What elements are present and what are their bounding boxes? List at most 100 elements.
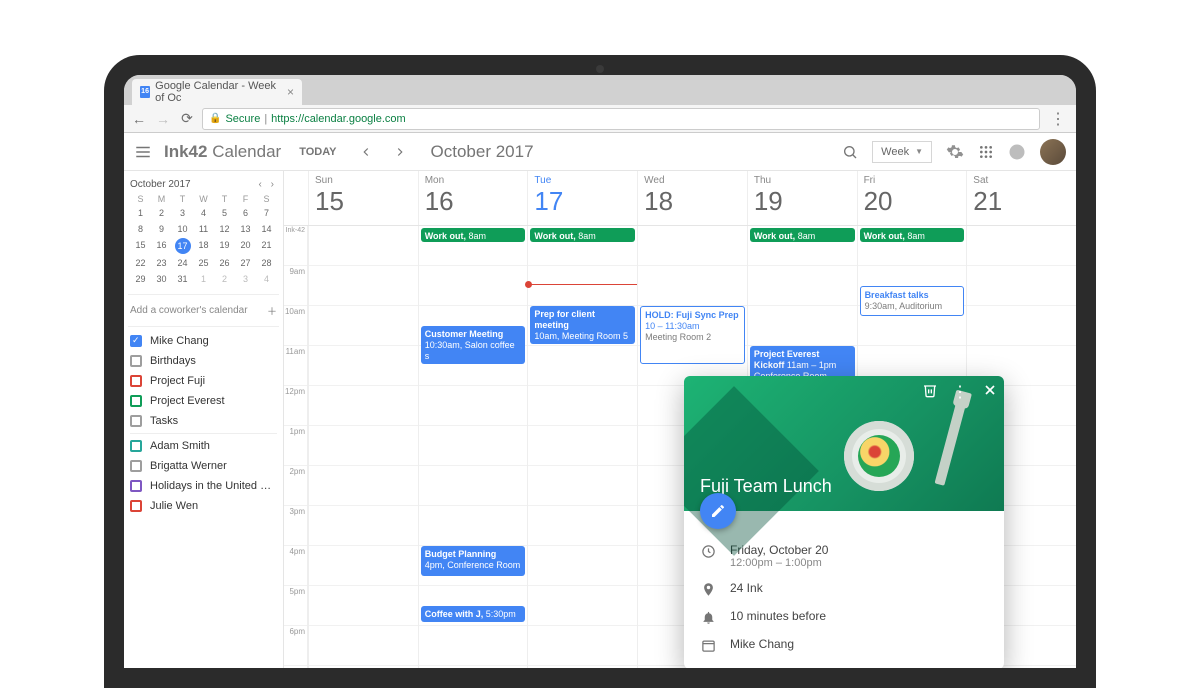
- day-column[interactable]: Work out, 8am Prep for client meeting10am…: [527, 226, 637, 668]
- minicalendar-day[interactable]: 3: [235, 272, 256, 286]
- add-calendar-input[interactable]: Add a coworker's calendar: [130, 305, 248, 316]
- day-column[interactable]: Work out, 8am Customer Meeting10:30am, Sa…: [418, 226, 528, 668]
- minicalendar-day[interactable]: 31: [172, 272, 193, 286]
- calendar-row[interactable]: Brigatta Werner: [130, 460, 277, 472]
- minicalendar-day[interactable]: 8: [130, 222, 151, 236]
- minicalendar-day[interactable]: 1: [130, 206, 151, 220]
- search-icon[interactable]: [842, 144, 858, 160]
- minicalendar-day[interactable]: 4: [256, 272, 277, 286]
- day-header[interactable]: Mon16: [418, 171, 528, 225]
- calendar-event[interactable]: Customer Meeting10:30am, Salon coffee s: [421, 326, 526, 364]
- calendar-row[interactable]: Adam Smith: [130, 440, 277, 452]
- view-select[interactable]: Week ▼: [872, 141, 932, 163]
- day-column[interactable]: [308, 226, 418, 668]
- add-calendar-plus-icon[interactable]: ＋: [267, 303, 277, 318]
- settings-icon[interactable]: [946, 143, 964, 161]
- laptop-camera: [596, 65, 604, 73]
- minicalendar-day[interactable]: 18: [193, 238, 214, 254]
- day-header[interactable]: Fri20: [857, 171, 967, 225]
- minicalendar-day[interactable]: 27: [235, 256, 256, 270]
- minicalendar-day[interactable]: 1: [193, 272, 214, 286]
- event-edit-button[interactable]: [700, 493, 736, 529]
- minicalendar-grid[interactable]: SMTWTFS123456789101112131415161718192021…: [130, 194, 277, 286]
- tab-close-icon[interactable]: ×: [287, 85, 294, 99]
- minicalendar-day[interactable]: 24: [172, 256, 193, 270]
- today-button[interactable]: TODAY: [293, 142, 342, 162]
- calendar-event[interactable]: Prep for client meeting10am, Meeting Roo…: [530, 306, 635, 344]
- day-header[interactable]: Sun15: [308, 171, 418, 225]
- minicalendar-day[interactable]: 17: [175, 238, 191, 254]
- calendar-row[interactable]: Birthdays: [130, 355, 277, 367]
- reload-icon[interactable]: ⟳: [178, 110, 196, 128]
- calendar-checkbox[interactable]: [130, 335, 142, 347]
- calendar-checkbox[interactable]: [130, 440, 142, 452]
- minicalendar-day[interactable]: 30: [151, 272, 172, 286]
- minicalendar-day[interactable]: 14: [256, 222, 277, 236]
- calendar-row[interactable]: Project Fuji: [130, 375, 277, 387]
- calendar-event[interactable]: Budget Planning4pm, Conference Room: [421, 546, 526, 576]
- minicalendar-day[interactable]: 20: [235, 238, 256, 254]
- day-header[interactable]: Tue17: [527, 171, 637, 225]
- calendar-event[interactable]: Work out, 8am: [530, 228, 635, 242]
- minicalendar-day[interactable]: 10: [172, 222, 193, 236]
- minicalendar-day[interactable]: 2: [214, 272, 235, 286]
- user-avatar[interactable]: [1040, 139, 1066, 165]
- calendar-checkbox[interactable]: [130, 500, 142, 512]
- day-header[interactable]: Thu19: [747, 171, 857, 225]
- calendar-checkbox[interactable]: [130, 395, 142, 407]
- event-more-icon[interactable]: ⋮: [952, 382, 968, 402]
- minicalendar-day[interactable]: 7: [256, 206, 277, 220]
- calendar-event[interactable]: Work out, 8am: [750, 228, 855, 242]
- apps-icon[interactable]: [978, 144, 994, 160]
- minicalendar-day[interactable]: 12: [214, 222, 235, 236]
- minicalendar-day[interactable]: 11: [193, 222, 214, 236]
- minicalendar-day[interactable]: 25: [193, 256, 214, 270]
- minicalendar-day[interactable]: 15: [130, 238, 151, 254]
- calendar-checkbox[interactable]: [130, 375, 142, 387]
- event-delete-icon[interactable]: [922, 382, 938, 402]
- calendar-event[interactable]: Work out, 8am: [860, 228, 965, 242]
- event-close-icon[interactable]: [982, 382, 998, 402]
- day-header[interactable]: Wed18: [637, 171, 747, 225]
- minicalendar-prev-icon[interactable]: ‹: [256, 179, 265, 190]
- minicalendar-day[interactable]: 9: [151, 222, 172, 236]
- minicalendar-day[interactable]: 29: [130, 272, 151, 286]
- minicalendar-day[interactable]: 19: [214, 238, 235, 254]
- minicalendar-day[interactable]: 13: [235, 222, 256, 236]
- calendar-row[interactable]: Project Everest: [130, 395, 277, 407]
- minicalendar-day[interactable]: 16: [151, 238, 172, 254]
- calendar-checkbox[interactable]: [130, 460, 142, 472]
- minicalendar-day[interactable]: 3: [172, 206, 193, 220]
- minicalendar-day[interactable]: 28: [256, 256, 277, 270]
- back-icon[interactable]: ←: [130, 110, 148, 128]
- forward-icon[interactable]: →: [154, 110, 172, 128]
- calendar-checkbox[interactable]: [130, 415, 142, 427]
- prev-period-icon[interactable]: [355, 145, 377, 159]
- day-header[interactable]: Sat21: [966, 171, 1076, 225]
- minicalendar-day[interactable]: 5: [214, 206, 235, 220]
- calendar-row[interactable]: Holidays in the United States: [130, 480, 277, 492]
- minicalendar-day[interactable]: 21: [256, 238, 277, 254]
- calendar-event[interactable]: Coffee with J, 5:30pm: [421, 606, 526, 622]
- minicalendar-day[interactable]: 23: [151, 256, 172, 270]
- minicalendar-next-icon[interactable]: ›: [268, 179, 277, 190]
- url-input[interactable]: 🔒 Secure | https://calendar.google.com: [202, 108, 1040, 130]
- minicalendar-day[interactable]: 26: [214, 256, 235, 270]
- minicalendar-day[interactable]: 2: [151, 206, 172, 220]
- calendar-checkbox[interactable]: [130, 480, 142, 492]
- browser-menu-icon[interactable]: ⋮: [1046, 109, 1070, 129]
- browser-tab[interactable]: 16 Google Calendar - Week of Oc ×: [132, 79, 302, 105]
- calendar-event[interactable]: Breakfast talks9:30am, Auditorium: [860, 286, 965, 316]
- calendar-row[interactable]: Tasks: [130, 415, 277, 427]
- minicalendar-day[interactable]: 6: [235, 206, 256, 220]
- minicalendar-day[interactable]: 22: [130, 256, 151, 270]
- calendar-checkbox[interactable]: [130, 355, 142, 367]
- calendar-event[interactable]: HOLD: Fuji Sync Prep 10 – 11:30amMeeting…: [640, 306, 745, 364]
- calendar-row[interactable]: Mike Chang: [130, 335, 277, 347]
- hamburger-icon[interactable]: [134, 143, 152, 161]
- calendar-event[interactable]: Work out, 8am: [421, 228, 526, 242]
- notifications-icon[interactable]: [1008, 143, 1026, 161]
- calendar-row[interactable]: Julie Wen: [130, 500, 277, 512]
- minicalendar-day[interactable]: 4: [193, 206, 214, 220]
- next-period-icon[interactable]: [389, 145, 411, 159]
